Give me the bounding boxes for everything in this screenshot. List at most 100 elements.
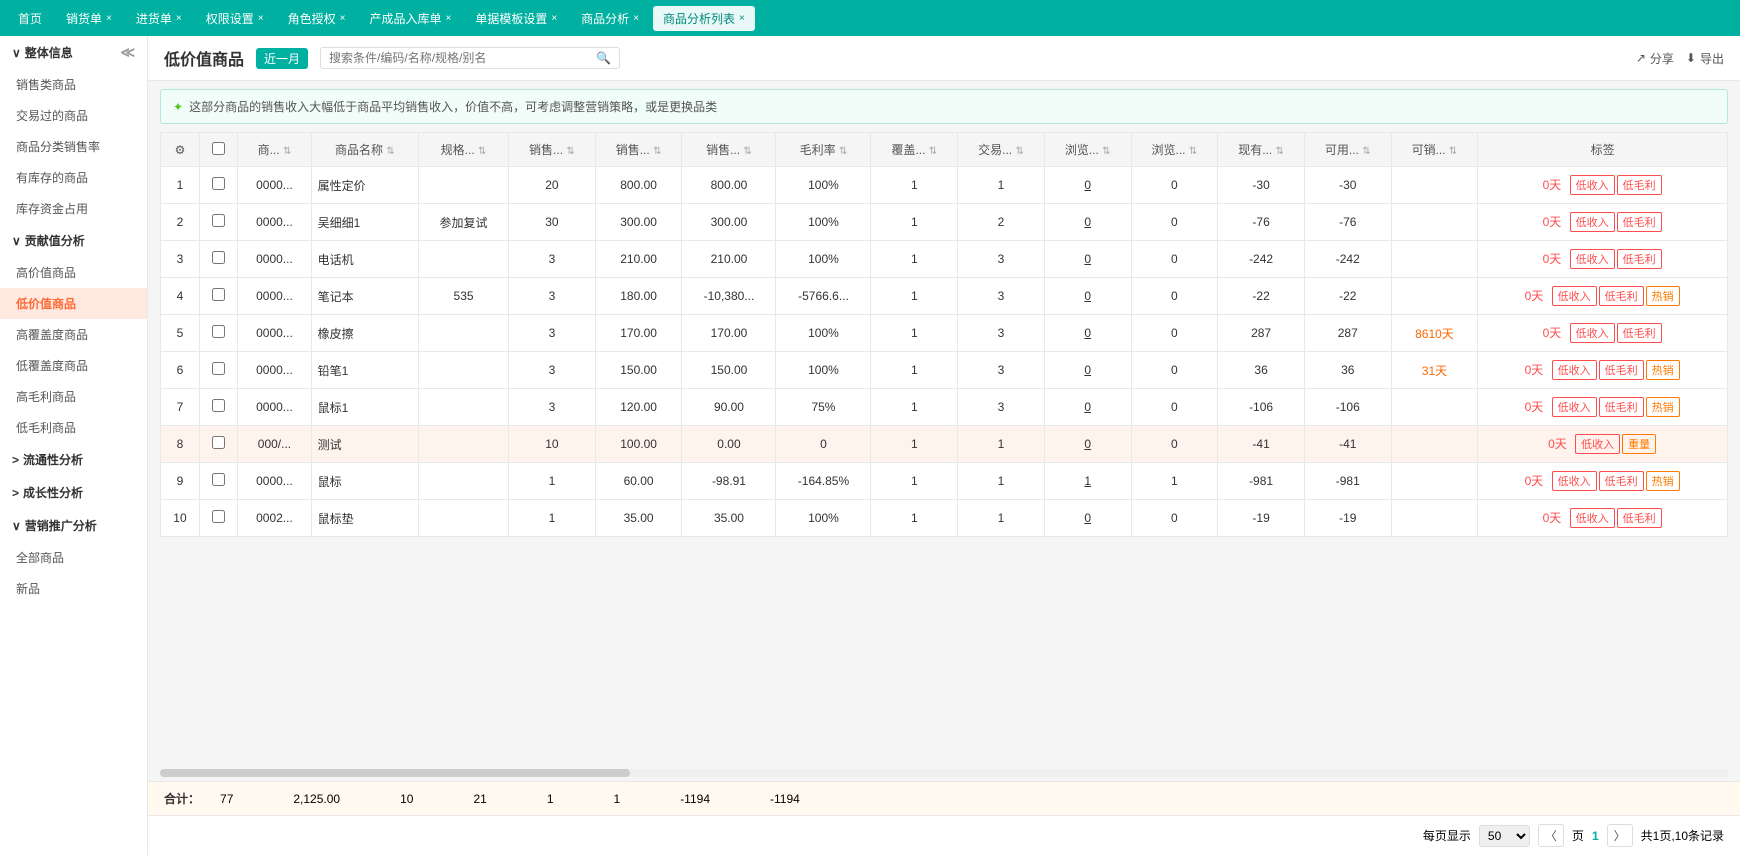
row-checkbox-input[interactable] [212,362,225,375]
col-tags[interactable]: 标签 [1478,133,1728,167]
nav-permission[interactable]: 权限设置 × [196,6,274,31]
page-size-select[interactable]: 50 100 200 [1479,825,1530,847]
row-name[interactable]: 测试 [311,426,418,463]
export-button[interactable]: ⬇ 导出 [1686,50,1724,67]
row-checkbox-input[interactable] [212,288,225,301]
col-current[interactable]: 现有... ⇅ [1218,133,1305,167]
row-browse1[interactable]: 0 [1044,315,1131,352]
nav-close-permission[interactable]: × [258,13,264,24]
nav-goods-analysis-list[interactable]: 商品分析列表 × [653,6,755,31]
date-badge[interactable]: 近一月 [256,48,308,69]
browse1-link[interactable]: 0 [1084,215,1091,229]
col-checkbox[interactable] [199,133,237,167]
sidebar-group-growth[interactable]: > 成长性分析 [0,476,147,509]
nav-purchase-order[interactable]: 进货单 × [126,6,192,31]
search-input[interactable] [329,51,592,65]
col-code[interactable]: 商... ⇅ [238,133,311,167]
sidebar-item-all-goods[interactable]: 全部商品 [0,542,147,573]
row-browse1[interactable]: 0 [1044,389,1131,426]
row-checkbox[interactable] [199,278,237,315]
browse1-link[interactable]: 0 [1084,363,1091,377]
col-sales-price[interactable]: 销售... ⇅ [682,133,776,167]
nav-close-role[interactable]: × [340,13,346,24]
row-browse1[interactable]: 0 [1044,352,1131,389]
sidebar-item-new-goods[interactable]: 新品 [0,573,147,604]
col-available[interactable]: 可用... ⇅ [1304,133,1391,167]
col-spec[interactable]: 规格... ⇅ [419,133,509,167]
sidebar-item-sales-goods[interactable]: 销售类商品 [0,69,147,100]
row-name[interactable]: 橡皮擦 [311,315,418,352]
row-browse1[interactable]: 0 [1044,241,1131,278]
col-browse1[interactable]: 浏览... ⇅ [1044,133,1131,167]
nav-sales-order[interactable]: 销货单 × [56,6,122,31]
browse1-link[interactable]: 0 [1084,511,1091,525]
nav-close-goods[interactable]: × [633,13,639,24]
nav-product-stock[interactable]: 产成品入库单 × [359,6,461,31]
col-trade[interactable]: 交易... ⇅ [958,133,1045,167]
row-checkbox-input[interactable] [212,473,225,486]
col-gear[interactable]: ⚙ [161,133,200,167]
row-checkbox-input[interactable] [212,325,225,338]
sidebar-item-high-value[interactable]: 高价值商品 [0,257,147,288]
row-checkbox[interactable] [199,426,237,463]
row-browse1[interactable]: 0 [1044,167,1131,204]
sidebar-item-low-coverage[interactable]: 低覆盖度商品 [0,350,147,381]
row-checkbox-input[interactable] [212,177,225,190]
sidebar-item-traded-goods[interactable]: 交易过的商品 [0,100,147,131]
sidebar-item-category-rate[interactable]: 商品分类销售率 [0,131,147,162]
col-browse2[interactable]: 浏览... ⇅ [1131,133,1218,167]
sidebar-item-stock-capital[interactable]: 库存资金占用 [0,193,147,224]
row-browse1[interactable]: 0 [1044,500,1131,537]
collapse-overall[interactable]: ≪ [120,44,135,61]
sidebar-item-high-coverage[interactable]: 高覆盖度商品 [0,319,147,350]
row-checkbox[interactable] [199,389,237,426]
row-checkbox[interactable] [199,241,237,278]
sidebar-item-stock-goods[interactable]: 有库存的商品 [0,162,147,193]
row-name[interactable]: 铅笔1 [311,352,418,389]
col-sales-qty[interactable]: 销售... ⇅ [509,133,596,167]
share-button[interactable]: ↗ 分享 [1636,50,1674,67]
col-coverage[interactable]: 覆盖... ⇅ [871,133,958,167]
browse1-link[interactable]: 1 [1084,474,1091,488]
nav-close-template[interactable]: × [551,13,557,24]
row-checkbox[interactable] [199,315,237,352]
row-checkbox-input[interactable] [212,510,225,523]
next-page-btn[interactable]: 〉 [1607,824,1633,847]
browse1-link[interactable]: 0 [1084,326,1091,340]
search-icon[interactable]: 🔍 [596,51,611,65]
row-checkbox[interactable] [199,204,237,241]
row-checkbox[interactable] [199,167,237,204]
browse1-link[interactable]: 0 [1084,437,1091,451]
row-name[interactable]: 属性定价 [311,167,418,204]
row-name[interactable]: 鼠标 [311,463,418,500]
row-name[interactable]: 鼠标1 [311,389,418,426]
prev-page-btn[interactable]: 〈 [1538,824,1564,847]
scrollbar-area[interactable] [160,769,1728,777]
row-checkbox[interactable] [199,463,237,500]
nav-close-goods-list[interactable]: × [739,13,745,24]
nav-close-product[interactable]: × [445,13,451,24]
row-checkbox[interactable] [199,500,237,537]
sidebar-group-flow[interactable]: > 流通性分析 [0,443,147,476]
nav-close-purchase[interactable]: × [176,13,182,24]
nav-home[interactable]: 首页 [8,6,52,31]
sidebar-group-marketing[interactable]: ∨ 营销推广分析 [0,509,147,542]
col-name[interactable]: 商品名称 ⇅ [311,133,418,167]
sidebar-group-contribution[interactable]: ∨ 贡献值分析 [0,224,147,257]
row-checkbox-input[interactable] [212,436,225,449]
nav-goods-analysis[interactable]: 商品分析 × [571,6,649,31]
sidebar-group-overall[interactable]: ∨ 整体信息 ≪ [0,36,147,69]
row-browse1[interactable]: 0 [1044,426,1131,463]
row-browse1[interactable]: 1 [1044,463,1131,500]
nav-close-sales[interactable]: × [106,13,112,24]
browse1-link[interactable]: 0 [1084,178,1091,192]
select-all-checkbox[interactable] [212,142,225,155]
row-browse1[interactable]: 0 [1044,278,1131,315]
col-saleable[interactable]: 可销... ⇅ [1391,133,1478,167]
col-margin[interactable]: 毛利率 ⇅ [776,133,871,167]
browse1-link[interactable]: 0 [1084,289,1091,303]
nav-role-auth[interactable]: 角色授权 × [278,6,356,31]
nav-template[interactable]: 单据模板设置 × [465,6,567,31]
row-name[interactable]: 笔记本 [311,278,418,315]
sidebar-item-low-margin[interactable]: 低毛利商品 [0,412,147,443]
